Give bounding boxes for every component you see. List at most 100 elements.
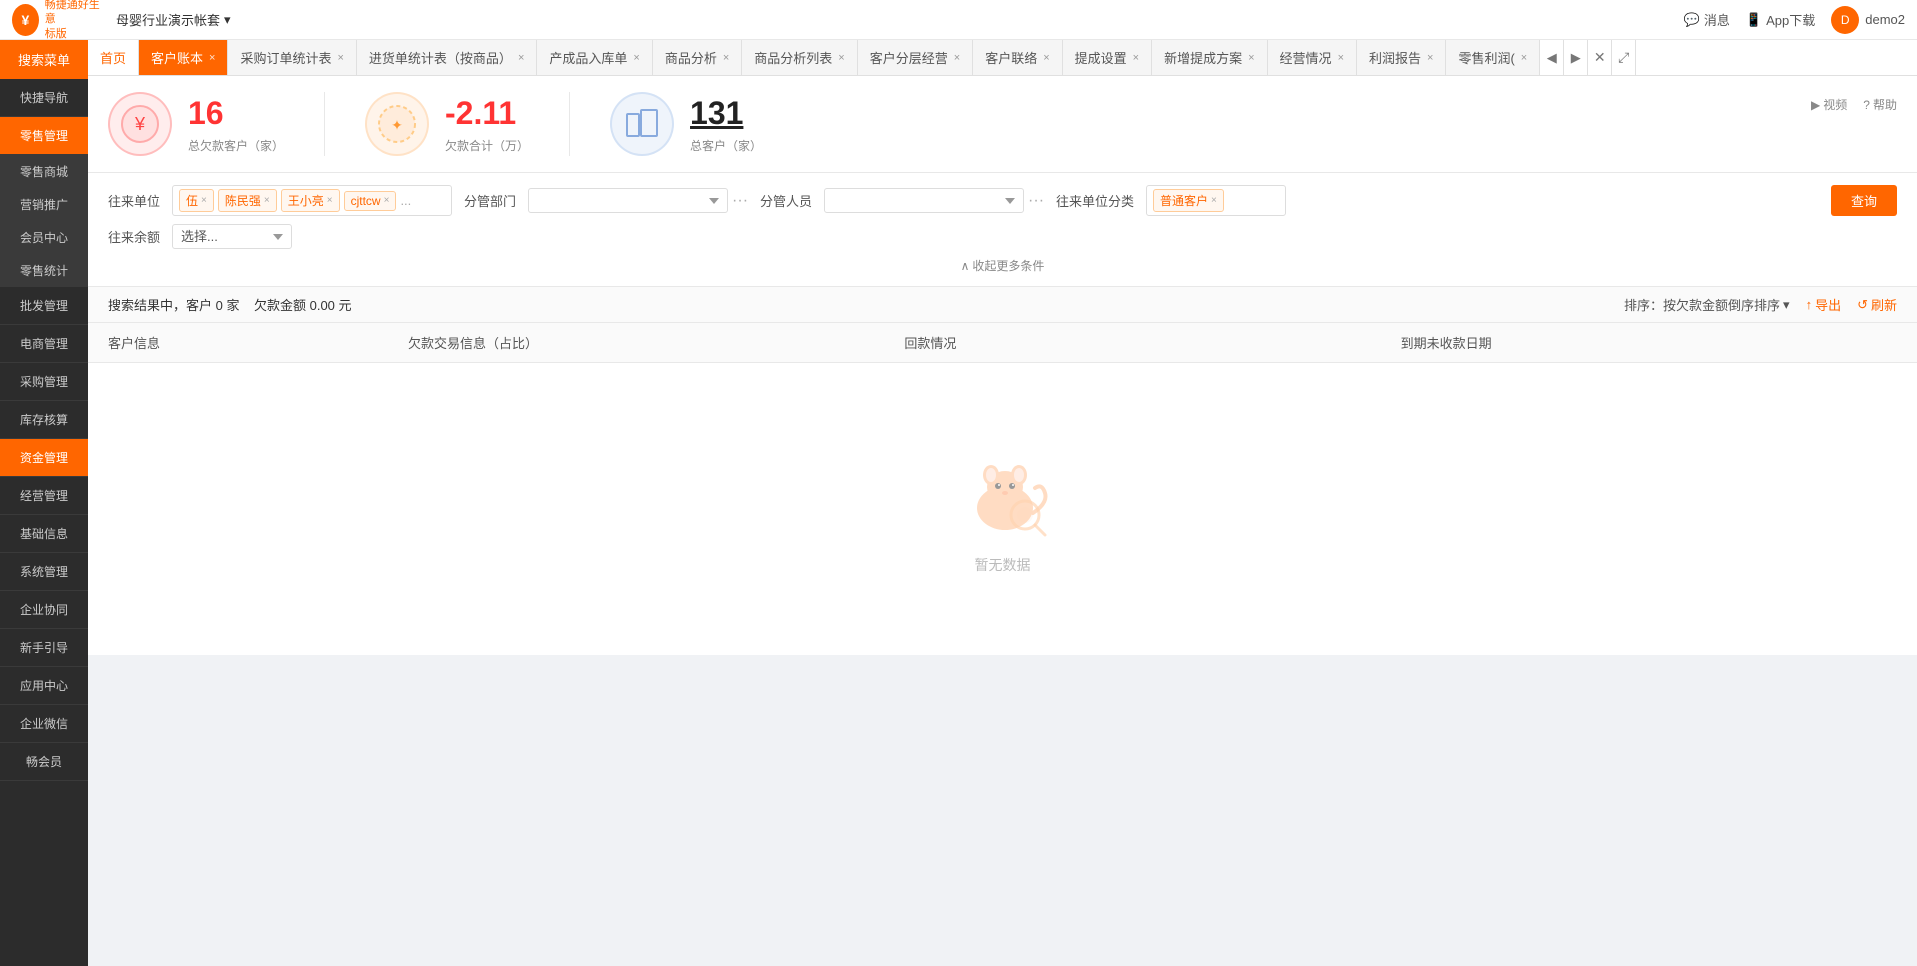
sidebar-item-enterprise[interactable]: 企业协同 — [0, 591, 88, 629]
filter-area: 往来单位 伍 × 陈民强 × 王小亮 × — [88, 173, 1917, 287]
message-icon: 💬 — [1684, 12, 1700, 28]
tab-profit-report[interactable]: 利润报告 × — [1357, 40, 1446, 76]
sidebar-item-basics[interactable]: 基础信息 — [0, 515, 88, 553]
sidebar-item-wechat[interactable]: 企业微信 — [0, 705, 88, 743]
sidebar-search[interactable]: 搜索菜单 — [0, 40, 88, 79]
message-btn[interactable]: 💬 消息 — [1684, 10, 1730, 29]
query-button[interactable]: 查询 — [1831, 185, 1897, 216]
sidebar-item-finance[interactable]: 资金管理 — [0, 439, 88, 477]
unit-tag-more[interactable]: ... — [400, 193, 411, 208]
tab-expand-btn[interactable]: ⤢ — [1612, 40, 1636, 76]
tab-close-production-entry[interactable]: × — [633, 52, 639, 64]
video-btn[interactable]: ▶ 视频 — [1811, 96, 1847, 113]
export-btn[interactable]: ↑ 导出 — [1806, 295, 1842, 314]
tab-new-plan[interactable]: 新增提成方案 × — [1152, 40, 1267, 76]
sidebar-item-quick-nav[interactable]: 快捷导航 — [0, 79, 88, 117]
help-btn[interactable]: ? 帮助 — [1863, 96, 1897, 113]
sidebar-label-enterprise: 企业协同 — [20, 603, 68, 617]
export-label: 导出 — [1815, 295, 1841, 314]
unit-filter-label: 往来单位 — [108, 191, 160, 210]
tab-mention-settings[interactable]: 提成设置 × — [1063, 40, 1152, 76]
tab-close-customer-book[interactable]: × — [209, 52, 215, 64]
sidebar-item-new-guide[interactable]: 新手引导 — [0, 629, 88, 667]
video-label: 视频 — [1823, 96, 1847, 113]
unit-type-tag[interactable]: 普通客户 × — [1153, 189, 1224, 212]
tab-inbound-stats[interactable]: 进货单统计表（按商品） × — [357, 40, 537, 76]
tab-close-all-btn[interactable]: ✕ — [1588, 40, 1612, 76]
results-bar: 搜索结果中，客户 0 家 欠款金额 0.00 元 排序：按欠款金额倒序排序 ▾ … — [88, 287, 1917, 323]
tab-goods-analysis[interactable]: 商品分析 × — [653, 40, 742, 76]
unit-tag-3-remove[interactable]: × — [384, 195, 390, 206]
tab-close-operations-status[interactable]: × — [1338, 52, 1344, 64]
unit-type-remove[interactable]: × — [1211, 195, 1217, 206]
tab-next-btn[interactable]: ▶ — [1564, 40, 1588, 76]
unit-tag-1-remove[interactable]: × — [264, 195, 270, 206]
person-dots[interactable]: ··· — [1028, 192, 1044, 210]
sidebar-sub-members[interactable]: 会员中心 — [0, 221, 88, 254]
tab-close-mention-settings[interactable]: × — [1133, 52, 1139, 64]
unit-type-select[interactable] — [1298, 189, 1338, 212]
sort-button[interactable]: 排序：按欠款金额倒序排序 ▾ — [1624, 295, 1790, 314]
sidebar-item-operations[interactable]: 经营管理 — [0, 477, 88, 515]
tab-close-retail-profit[interactable]: × — [1521, 52, 1527, 64]
selector-label: 母婴行业演示帐套 — [116, 10, 220, 29]
dept-select[interactable] — [528, 188, 728, 213]
sidebar-item-wholesale[interactable]: 批发管理 — [0, 287, 88, 325]
stats-row: ¥ 16 总欠款客户（家） ✦ — [88, 76, 1917, 173]
tab-close-new-plan[interactable]: × — [1248, 52, 1254, 64]
sidebar-label-finance: 资金管理 — [20, 451, 68, 465]
table-col-due-date: 到期未收款日期 — [1401, 333, 1897, 352]
tab-customer-contact[interactable]: 客户联络 × — [973, 40, 1062, 76]
sidebar-sub-retail-stats[interactable]: 零售统计 — [0, 254, 88, 287]
sidebar-sub-retail-mall[interactable]: 零售商城 — [0, 155, 88, 188]
tab-close-goods-analysis[interactable]: × — [723, 52, 729, 64]
balance-select[interactable]: 选择... — [172, 224, 292, 249]
tab-production-entry[interactable]: 产成品入库单 × — [537, 40, 652, 76]
account-selector[interactable]: 母婴行业演示帐套 ▾ — [108, 10, 239, 29]
tab-close-purchase-stats[interactable]: × — [337, 52, 343, 64]
sidebar-item-retail-mgmt[interactable]: 零售管理 — [0, 117, 88, 155]
tab-close-goods-analysis-list[interactable]: × — [838, 52, 844, 64]
tab-retail-profit[interactable]: 零售利润( × — [1446, 40, 1540, 76]
username-label: demo2 — [1865, 12, 1905, 27]
empty-icon — [953, 443, 1053, 543]
tab-prev-btn[interactable]: ◀ — [1540, 40, 1564, 76]
tab-inbound-stats-label: 进货单统计表（按商品） — [369, 48, 512, 67]
unit-tag-0[interactable]: 伍 × — [179, 189, 214, 212]
unit-tag-3[interactable]: cjttcw × — [344, 191, 397, 211]
sidebar-item-vip[interactable]: 畅会员 — [0, 743, 88, 781]
sidebar-item-purchase[interactable]: 采购管理 — [0, 363, 88, 401]
tab-customer-tier[interactable]: 客户分层经营 × — [858, 40, 973, 76]
unit-tag-group[interactable]: 伍 × 陈民强 × 王小亮 × cjttcw × — [172, 185, 452, 216]
tab-close-customer-contact[interactable]: × — [1043, 52, 1049, 64]
unit-tag-2-remove[interactable]: × — [327, 195, 333, 206]
person-select[interactable] — [824, 188, 1024, 213]
tab-customer-book[interactable]: 客户账本 × — [139, 40, 228, 76]
user-area[interactable]: D demo2 — [1831, 6, 1905, 34]
sidebar-item-system[interactable]: 系统管理 — [0, 553, 88, 591]
sidebar-item-app-center[interactable]: 应用中心 — [0, 667, 88, 705]
tab-operations-status[interactable]: 经营情况 × — [1268, 40, 1357, 76]
tab-close-profit-report[interactable]: × — [1427, 52, 1433, 64]
tab-home[interactable]: 首页 — [88, 40, 139, 76]
collapse-btn[interactable]: ∧ 收起更多条件 — [108, 257, 1897, 274]
dept-dots[interactable]: ··· — [732, 192, 748, 210]
unit-type-wrap[interactable]: 普通客户 × — [1146, 185, 1286, 216]
tab-goods-analysis-label: 商品分析 — [665, 48, 717, 67]
unit-tag-1[interactable]: 陈民强 × — [218, 189, 277, 212]
tab-purchase-stats[interactable]: 采购订单统计表 × — [228, 40, 356, 76]
table-col-repayment: 回款情况 — [904, 333, 1400, 352]
app-download-btn[interactable]: 📱 App下载 — [1746, 10, 1815, 29]
sidebar-item-inventory[interactable]: 库存核算 — [0, 401, 88, 439]
table-col-overdue-info: 欠款交易信息（占比） — [408, 333, 904, 352]
sidebar-sub-marketing[interactable]: 营销推广 — [0, 188, 88, 221]
tab-close-customer-tier[interactable]: × — [954, 52, 960, 64]
tab-close-inbound-stats[interactable]: × — [518, 52, 524, 64]
tab-goods-analysis-list[interactable]: 商品分析列表 × — [742, 40, 857, 76]
refresh-btn[interactable]: ↺ 刷新 — [1857, 295, 1897, 314]
unit-tag-2[interactable]: 王小亮 × — [281, 189, 340, 212]
sidebar-label-system: 系统管理 — [20, 565, 68, 579]
sort-icon: ▾ — [1783, 297, 1790, 313]
unit-tag-0-remove[interactable]: × — [201, 195, 207, 206]
sidebar-item-ecommerce[interactable]: 电商管理 — [0, 325, 88, 363]
